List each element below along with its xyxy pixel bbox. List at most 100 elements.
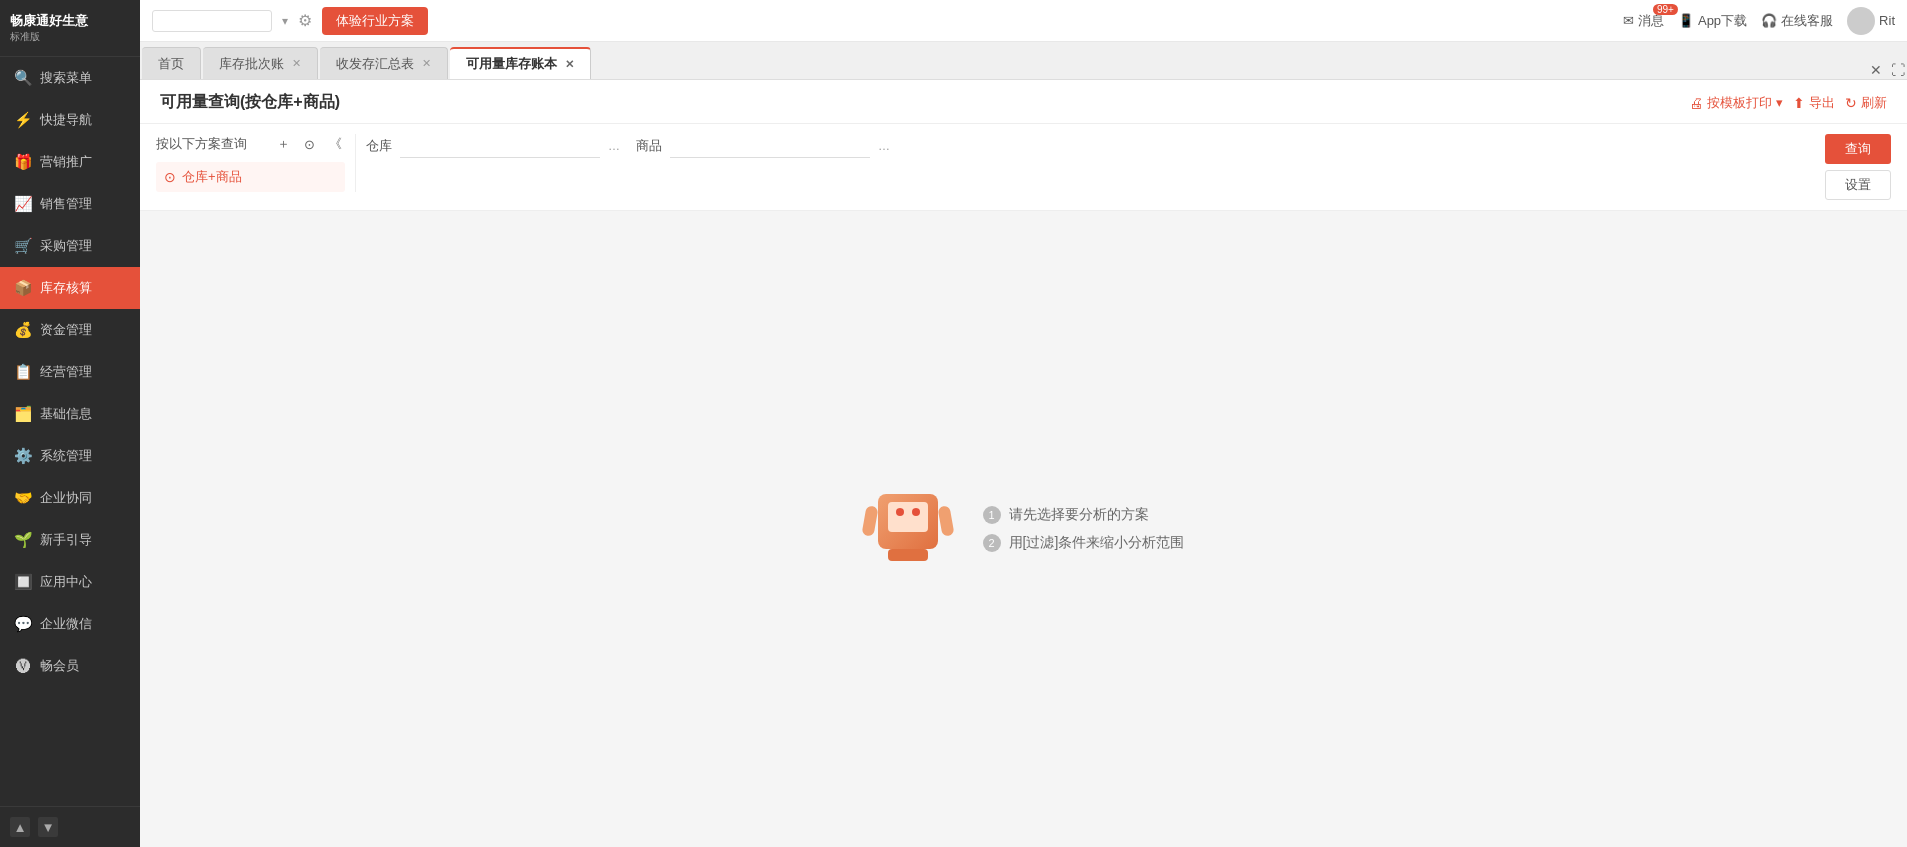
- sidebar-item-marketing[interactable]: 🎁 营销推广: [0, 141, 140, 183]
- print-button[interactable]: 🖨 按模板打印 ▾: [1689, 94, 1783, 112]
- page-title: 可用量查询(按仓库+商品): [160, 92, 340, 113]
- tab-available-ledger-label: 可用量库存账本: [466, 55, 557, 73]
- tip-text-1: 请先选择要分析的方案: [1009, 506, 1149, 524]
- add-scheme-button[interactable]: ＋: [273, 134, 293, 154]
- robot-arm-right: [937, 505, 954, 537]
- sidebar-item-sales[interactable]: 📈 销售管理: [0, 183, 140, 225]
- sidebar-item-label: 畅会员: [40, 657, 79, 675]
- sidebar-item-label: 基础信息: [40, 405, 92, 423]
- tab-receive-summary[interactable]: 收发存汇总表 ✕: [320, 47, 448, 79]
- warehouse-label: 仓库: [366, 137, 392, 155]
- search-area: [152, 10, 272, 32]
- query-fields: 仓库 … 商品 …: [366, 134, 1805, 158]
- gear-icon: ⚙️: [14, 447, 32, 465]
- sidebar-item-enterprise-wx[interactable]: 💬 企业微信: [0, 603, 140, 645]
- sidebar-item-label: 营销推广: [40, 153, 92, 171]
- search-input[interactable]: [152, 10, 272, 32]
- empty-tips: 1 请先选择要分析的方案 2 用[过滤]条件来缩小分析范围: [983, 506, 1185, 552]
- window-maximize-button[interactable]: ⛶: [1889, 61, 1907, 79]
- sidebar: 畅康通好生意 标准版 🔍 搜索菜单 ⚡ 快捷导航 🎁 营销推广 📈 销售管理 🛒…: [0, 0, 140, 847]
- export-label: 导出: [1809, 94, 1835, 112]
- topbar: ▾ ⚙ 体验行业方案 ✉ 消息 99+ 📱 App下载 🎧 在线客服 Rit: [140, 0, 1907, 42]
- handshake-icon: 🤝: [14, 489, 32, 507]
- chart-icon: 📈: [14, 195, 32, 213]
- message-button[interactable]: ✉ 消息 99+: [1623, 12, 1664, 30]
- app-edition: 标准版: [10, 30, 130, 44]
- scheme-item[interactable]: ⊙ 仓库+商品: [156, 162, 345, 192]
- window-close-button[interactable]: ✕: [1867, 61, 1885, 79]
- robot-arm-left: [861, 505, 878, 537]
- sidebar-item-search[interactable]: 🔍 搜索菜单: [0, 57, 140, 99]
- vip-icon: 🅥: [14, 658, 32, 675]
- filter-panel-icons: ＋ ⊙ 《: [273, 134, 345, 154]
- sidebar-item-purchase[interactable]: 🛒 采购管理: [0, 225, 140, 267]
- phone-icon: 📱: [1678, 13, 1694, 28]
- sidebar-item-label: 系统管理: [40, 447, 92, 465]
- tab-receive-summary-close[interactable]: ✕: [422, 57, 431, 70]
- info-icon: 🗂️: [14, 405, 32, 423]
- sidebar-item-newbie[interactable]: 🌱 新手引导: [0, 519, 140, 561]
- sidebar-item-label: 应用中心: [40, 573, 92, 591]
- filter-panel: 按以下方案查询 ＋ ⊙ 《 ⊙ 仓库+商品: [156, 134, 356, 192]
- wechat-icon: 💬: [14, 615, 32, 633]
- tab-home[interactable]: 首页: [142, 47, 201, 79]
- sidebar-item-label: 资金管理: [40, 321, 92, 339]
- query-button[interactable]: 查询: [1825, 134, 1891, 164]
- query-buttons: 查询 设置: [1805, 134, 1891, 200]
- tab-available-ledger-close[interactable]: ✕: [565, 58, 574, 71]
- app-download-button[interactable]: 📱 App下载: [1678, 12, 1747, 30]
- warehouse-input[interactable]: [400, 134, 600, 158]
- message-badge: 99+: [1653, 4, 1678, 15]
- sidebar-item-label: 新手引导: [40, 531, 92, 549]
- tip-num-2: 2: [983, 534, 1001, 552]
- export-button[interactable]: ⬆ 导出: [1793, 94, 1835, 112]
- print-icon: 🖨: [1689, 95, 1703, 111]
- goods-input[interactable]: [670, 134, 870, 158]
- warehouse-field-group: 仓库 …: [366, 134, 620, 158]
- online-service-button[interactable]: 🎧 在线客服: [1761, 12, 1833, 30]
- online-service-label: 在线客服: [1781, 12, 1833, 30]
- main-area: ▾ ⚙ 体验行业方案 ✉ 消息 99+ 📱 App下载 🎧 在线客服 Rit: [140, 0, 1907, 847]
- settings-icon[interactable]: ⚙: [298, 11, 312, 30]
- sidebar-item-business[interactable]: 📋 经营管理: [0, 351, 140, 393]
- tab-receive-summary-label: 收发存汇总表: [336, 55, 414, 73]
- refresh-button[interactable]: ↻ 刷新: [1845, 94, 1887, 112]
- user-menu[interactable]: Rit: [1847, 7, 1895, 35]
- sidebar-item-shortcut[interactable]: ⚡ 快捷导航: [0, 99, 140, 141]
- tab-batch-account-close[interactable]: ✕: [292, 57, 301, 70]
- sidebar-item-inventory[interactable]: 📦 库存核算: [0, 267, 140, 309]
- sidebar-item-fund[interactable]: 💰 资金管理: [0, 309, 140, 351]
- sidebar-bottom[interactable]: ▲ ▼: [0, 806, 140, 847]
- sidebar-item-vip[interactable]: 🅥 畅会员: [0, 645, 140, 687]
- scroll-down-button[interactable]: ▼: [38, 817, 58, 837]
- sidebar-item-label: 销售管理: [40, 195, 92, 213]
- robot-eyes: [888, 502, 928, 516]
- export-icon: ⬆: [1793, 95, 1805, 111]
- empty-illustration: [863, 484, 953, 574]
- settings-button[interactable]: 设置: [1825, 170, 1891, 200]
- tab-available-ledger[interactable]: 可用量库存账本 ✕: [450, 47, 591, 79]
- scroll-up-button[interactable]: ▲: [10, 817, 30, 837]
- refresh-label: 刷新: [1861, 94, 1887, 112]
- sidebar-nav: 🔍 搜索菜单 ⚡ 快捷导航 🎁 营销推广 📈 销售管理 🛒 采购管理 📦 库存核…: [0, 57, 140, 806]
- goods-field-group: 商品 …: [636, 134, 890, 158]
- chevron-down-icon[interactable]: ▾: [1776, 95, 1783, 110]
- collapse-panel-button[interactable]: 《: [325, 134, 345, 154]
- gift-icon: 🎁: [14, 153, 32, 171]
- goods-more-icon[interactable]: …: [878, 139, 890, 153]
- sidebar-item-system[interactable]: ⚙️ 系统管理: [0, 435, 140, 477]
- manage-scheme-button[interactable]: ⊙: [299, 134, 319, 154]
- sidebar-item-basic-info[interactable]: 🗂️ 基础信息: [0, 393, 140, 435]
- chevron-down-icon[interactable]: ▾: [282, 14, 288, 28]
- print-label: 按模板打印: [1707, 94, 1772, 112]
- tab-batch-account[interactable]: 库存批次账 ✕: [203, 47, 318, 79]
- robot-body: [878, 494, 938, 549]
- warehouse-more-icon[interactable]: …: [608, 139, 620, 153]
- goods-label: 商品: [636, 137, 662, 155]
- trial-button[interactable]: 体验行业方案: [322, 7, 428, 35]
- search-icon: 🔍: [14, 69, 32, 87]
- robot-face: [888, 502, 928, 532]
- app-download-label: App下载: [1698, 12, 1747, 30]
- sidebar-item-enterprise[interactable]: 🤝 企业协同: [0, 477, 140, 519]
- sidebar-item-app-center[interactable]: 🔲 应用中心: [0, 561, 140, 603]
